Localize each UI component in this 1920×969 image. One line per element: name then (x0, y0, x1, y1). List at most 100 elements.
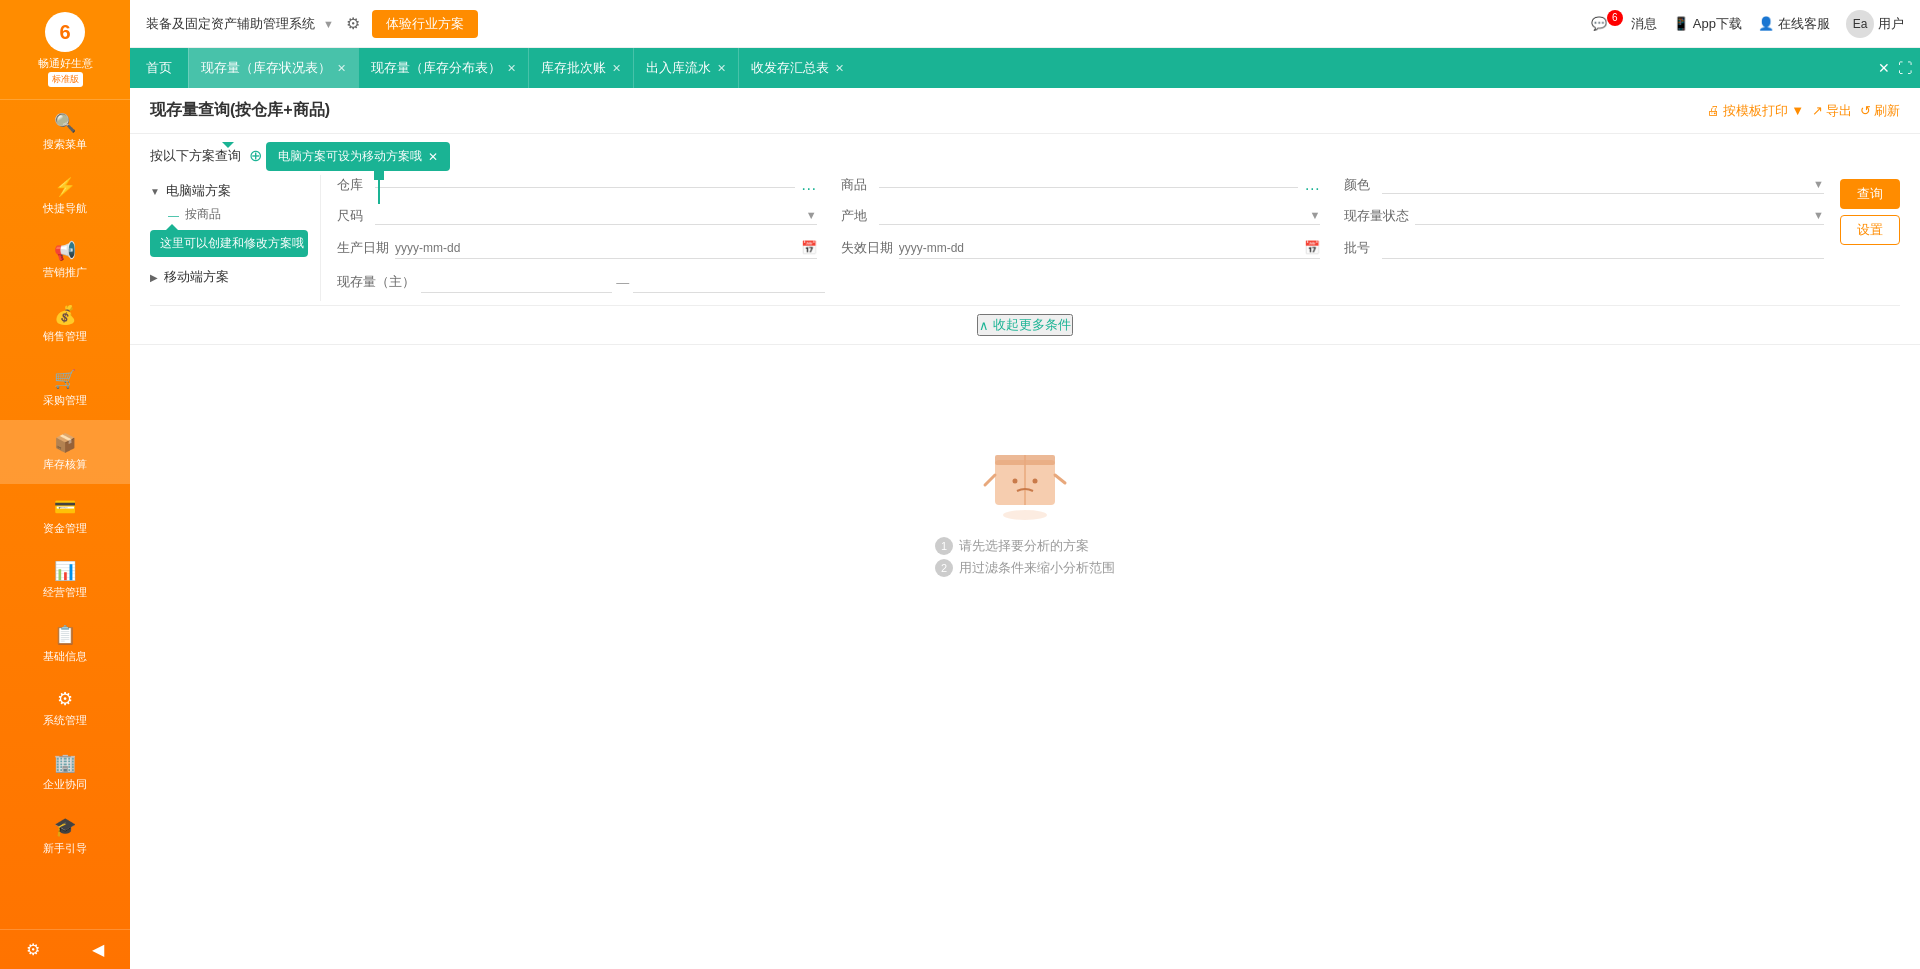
filter-size: 尺码 ▼ (337, 206, 817, 225)
product-dots-btn[interactable]: … (1304, 176, 1320, 194)
color-select-wrap[interactable]: ▼ (1382, 175, 1824, 194)
sidebar-settings-btn[interactable]: ⚙ (26, 940, 40, 959)
sidebar-item-label: 企业协同 (43, 777, 87, 792)
tab-close-icon[interactable]: ✕ (612, 62, 621, 75)
tooltip-arrow (222, 142, 234, 148)
search-icon: 🔍 (54, 112, 76, 134)
sidebar-item-inventory[interactable]: 📦 库存核算 (0, 420, 130, 484)
batch-input-wrap[interactable] (1382, 237, 1824, 259)
trial-button[interactable]: 体验行业方案 (372, 10, 478, 38)
sidebar-item-marketing[interactable]: 📢 营销推广 (0, 228, 130, 292)
mobile-scheme-label: 移动端方案 (164, 268, 229, 286)
tab-label: 收发存汇总表 (751, 59, 829, 77)
sidebar-item-sales[interactable]: 💰 销售管理 (0, 292, 130, 356)
sidebar-item-label: 销售管理 (43, 329, 87, 344)
sidebar-item-quick-nav[interactable]: ⚡ 快捷导航 (0, 164, 130, 228)
origin-select-wrap[interactable]: ▼ (879, 206, 1321, 225)
sidebar-item-enterprise[interactable]: 🏢 企业协同 (0, 740, 130, 804)
sidebar-item-basic[interactable]: 📋 基础信息 (0, 612, 130, 676)
qty-max-wrap[interactable] (633, 271, 824, 293)
user-label: 用户 (1878, 15, 1904, 33)
tab-inventory-dist[interactable]: 现存量（库存分布表） ✕ (358, 48, 528, 88)
scheme-popup-close[interactable]: ✕ (428, 150, 438, 164)
empty-steps: 1 请先选择要分析的方案 2 用过滤条件来缩小分析范围 (935, 533, 1115, 581)
filter-add-button[interactable]: ⊕ (249, 146, 262, 165)
logo-char: 6 (59, 21, 70, 44)
tab-close-all-btn[interactable]: ✕ (1878, 60, 1890, 76)
expiry-date-calendar-icon[interactable]: 📅 (1304, 240, 1320, 255)
sidebar-item-purchase[interactable]: 🛒 采购管理 (0, 356, 130, 420)
prod-date-calendar-icon[interactable]: 📅 (801, 240, 817, 255)
tab-fullscreen-btn[interactable]: ⛶ (1898, 60, 1912, 76)
print-dropdown-icon: ▼ (1791, 103, 1804, 118)
tab-batch-account[interactable]: 库存批次账 ✕ (528, 48, 633, 88)
indicator-dot (374, 170, 384, 180)
query-button[interactable]: 查询 (1840, 179, 1900, 209)
mobile-scheme-item[interactable]: ▶ 移动端方案 (150, 265, 308, 289)
expiry-date-input-wrap[interactable]: 📅 (899, 237, 1321, 259)
tab-collection-summary[interactable]: 收发存汇总表 ✕ (738, 48, 856, 88)
tab-in-out-flow[interactable]: 出入库流水 ✕ (633, 48, 738, 88)
refresh-button[interactable]: ↺ 刷新 (1860, 102, 1900, 120)
export-icon: ↗ (1812, 103, 1823, 118)
tab-close-icon[interactable]: ✕ (337, 62, 346, 75)
tab-home[interactable]: 首页 (130, 48, 188, 88)
filter-header: 按以下方案查询 ⊕ ↻ ⟪ 电脑方案可设为移动方案哦 ✕ (150, 146, 1900, 165)
child-indicator: — (168, 209, 179, 221)
svg-line-6 (985, 475, 995, 485)
message-btn[interactable]: 💬 6 消息 (1591, 15, 1657, 33)
setting-button[interactable]: 设置 (1840, 215, 1900, 245)
product-input-wrap[interactable] (879, 181, 1299, 188)
sidebar-item-finance[interactable]: 💳 资金管理 (0, 484, 130, 548)
size-select-wrap[interactable]: ▼ (375, 206, 817, 225)
sidebar-nav: 🔍 搜索菜单 ⚡ 快捷导航 📢 营销推广 💰 销售管理 🛒 采购管理 📦 库存核… (0, 100, 130, 929)
prod-date-input-wrap[interactable]: 📅 (395, 237, 817, 259)
inventory-icon: 📦 (54, 432, 76, 454)
sidebar-item-label: 采购管理 (43, 393, 87, 408)
empty-step-2: 2 用过滤条件来缩小分析范围 (935, 559, 1115, 577)
tab-close-icon[interactable]: ✕ (507, 62, 516, 75)
desktop-scheme-item[interactable]: ▼ 电脑端方案 (150, 179, 308, 203)
warehouse-input-wrap[interactable] (375, 181, 795, 188)
filter-row-4: 现存量（主） — (337, 271, 1824, 293)
tab-close-icon[interactable]: ✕ (835, 62, 844, 75)
refresh-icon: ↺ (1860, 103, 1871, 118)
page-content: 现存量查询(按仓库+商品) 🖨 按模板打印 ▼ ↗ 导出 ↺ 刷新 (130, 88, 1920, 969)
qty-max-input[interactable] (633, 275, 824, 289)
edit-scheme-close[interactable]: ✕ (310, 237, 320, 251)
print-button[interactable]: 🖨 按模板打印 ▼ (1707, 102, 1804, 120)
scheme-child-item[interactable]: — 按商品 (168, 203, 308, 226)
prod-date-input[interactable] (395, 241, 485, 255)
inv-status-select-wrap[interactable]: ▼ (1415, 206, 1824, 225)
expiry-date-input[interactable] (899, 241, 989, 255)
sidebar-item-label: 库存核算 (43, 457, 87, 472)
collapse-button[interactable]: ∧ 收起更多条件 (977, 314, 1073, 336)
scheme-popup: 电脑方案可设为移动方案哦 ✕ (266, 142, 450, 171)
sidebar-collapse-btn[interactable]: ◀ (92, 940, 104, 959)
operation-icon: 📊 (54, 560, 76, 582)
sidebar-item-label: 基础信息 (43, 649, 87, 664)
sidebar-item-guide[interactable]: 🎓 新手引导 (0, 804, 130, 868)
qty-min-input[interactable] (421, 275, 612, 289)
support-btn[interactable]: 👤 在线客服 (1758, 15, 1830, 33)
system-title-dropdown[interactable]: ▼ (323, 18, 334, 30)
color-dropdown-icon: ▼ (1813, 178, 1824, 190)
prod-date-label: 生产日期 (337, 239, 389, 257)
app-download-btn[interactable]: 📱 App下载 (1673, 15, 1742, 33)
header-settings-icon[interactable]: ⚙ (346, 14, 360, 33)
batch-input[interactable] (1382, 241, 1824, 255)
sidebar-item-system[interactable]: ⚙ 系统管理 (0, 676, 130, 740)
edit-tooltip-arrow-up (166, 224, 178, 230)
collapse-label: 收起更多条件 (993, 316, 1071, 334)
qty-min-wrap[interactable] (421, 271, 612, 293)
tab-bar-end: ✕ ⛶ (1870, 60, 1920, 76)
sidebar-item-operation[interactable]: 📊 经营管理 (0, 548, 130, 612)
tab-close-icon[interactable]: ✕ (717, 62, 726, 75)
export-button[interactable]: ↗ 导出 (1812, 102, 1852, 120)
user-btn[interactable]: Ea 用户 (1846, 10, 1904, 38)
color-label: 颜色 (1344, 176, 1376, 194)
tab-inventory-status[interactable]: 现存量（库存状况表） ✕ (188, 48, 358, 88)
filter-row-2: 尺码 ▼ 产地 ▼ (337, 206, 1824, 225)
warehouse-dots-btn[interactable]: … (801, 176, 817, 194)
sidebar-item-search[interactable]: 🔍 搜索菜单 (0, 100, 130, 164)
